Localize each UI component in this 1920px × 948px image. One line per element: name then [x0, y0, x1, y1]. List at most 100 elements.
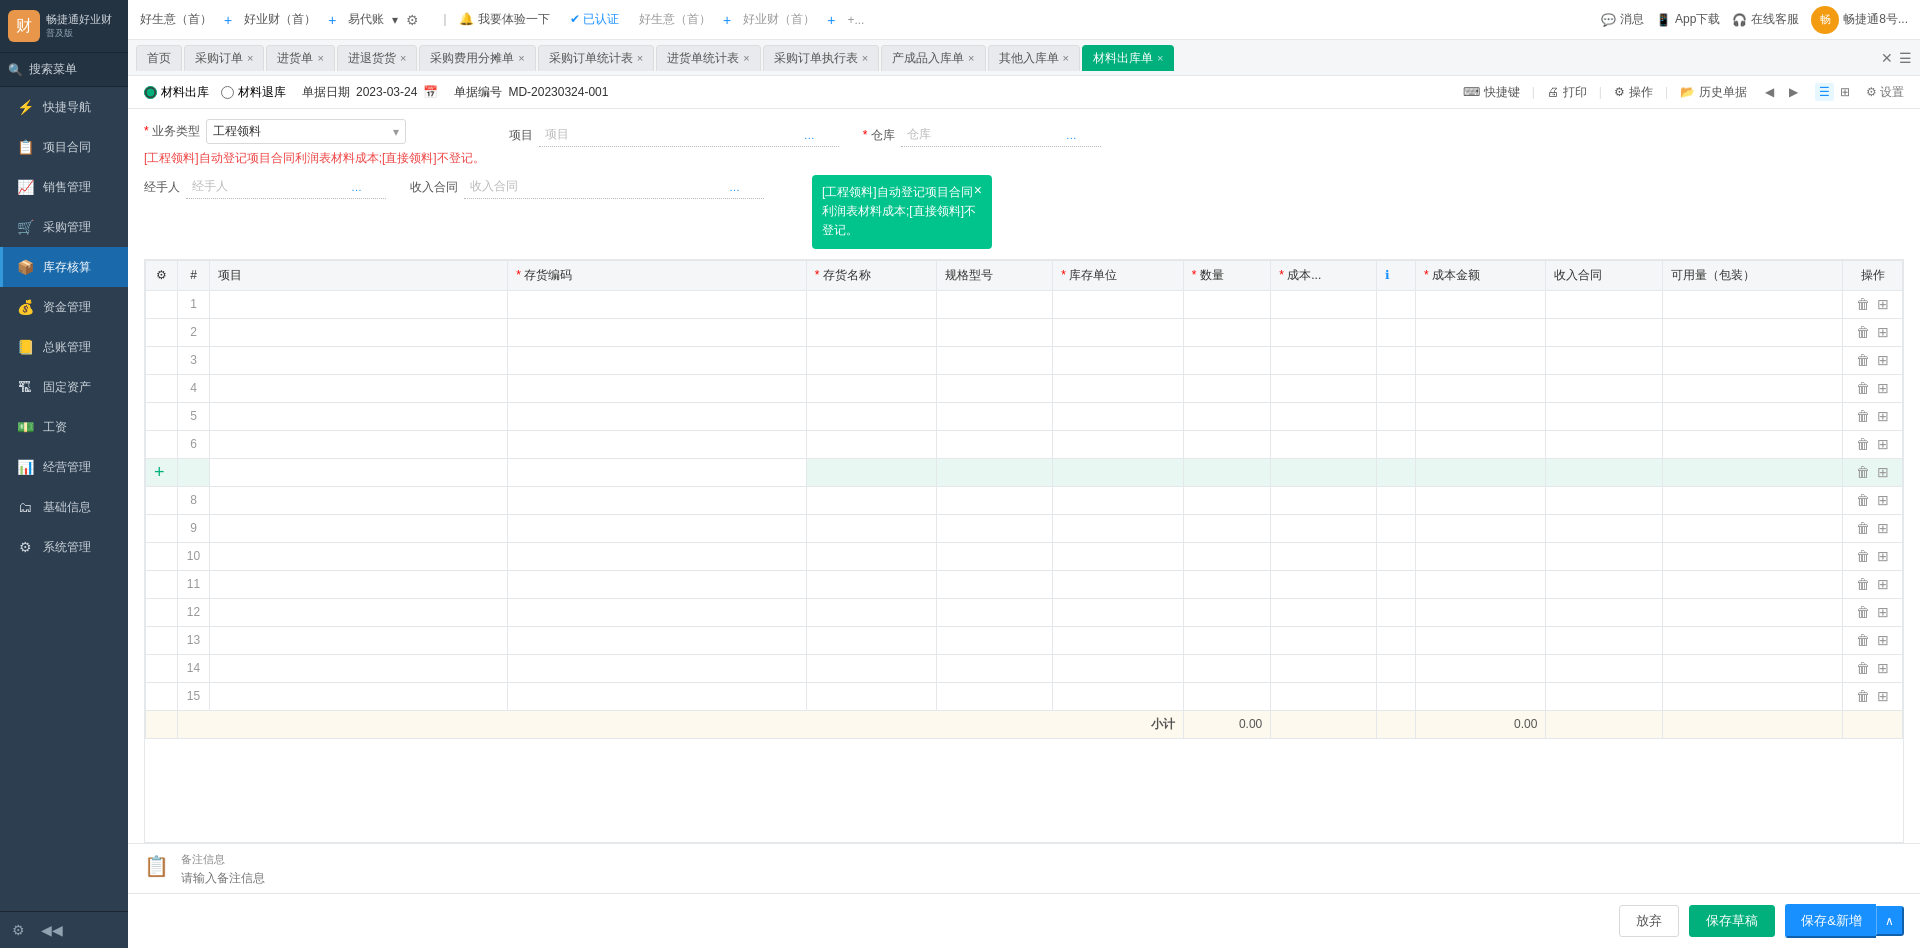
row-10-cost-amt[interactable] [1415, 542, 1545, 570]
topbar-plus-4[interactable]: + [827, 12, 835, 28]
row-11-delete-btn[interactable]: 🗑 [1856, 576, 1870, 592]
topbar-gear-icon[interactable]: ⚙ [406, 12, 419, 28]
tab-finished-inbound-close[interactable]: × [968, 52, 974, 64]
row-8-copy-btn[interactable]: ⊞ [1877, 492, 1889, 508]
tooltip-close-btn[interactable]: × [974, 183, 982, 197]
row-4-unit[interactable] [1053, 374, 1183, 402]
row-3-delete-btn[interactable]: 🗑 [1856, 352, 1870, 368]
row-4-spec[interactable] [937, 374, 1053, 402]
radio-material-return-input[interactable] [221, 86, 234, 99]
row-2-copy-btn[interactable]: ⊞ [1877, 324, 1889, 340]
add-row-qty[interactable] [1183, 458, 1271, 486]
row-6-code[interactable] [508, 430, 806, 458]
view-list-icon[interactable]: ☰ [1815, 83, 1834, 101]
sidebar-quick-nav[interactable]: ⚡ 快捷导航 [0, 87, 128, 127]
row-10-item[interactable] [210, 542, 508, 570]
tab-home[interactable]: 首页 [136, 45, 182, 71]
nav-next-icon[interactable]: ▶ [1783, 82, 1803, 102]
add-row-plus-btn[interactable]: + [154, 462, 165, 482]
row-3-spec[interactable] [937, 346, 1053, 374]
sidebar-item-basics[interactable]: 🗂 基础信息 [0, 487, 128, 527]
row-6-delete-btn[interactable]: 🗑 [1856, 436, 1870, 452]
sidebar-item-finance[interactable]: 💰 资金管理 [0, 287, 128, 327]
calendar-icon[interactable]: 📅 [423, 85, 438, 99]
row-6-income[interactable] [1546, 430, 1662, 458]
row-9-copy-btn[interactable]: ⊞ [1877, 520, 1889, 536]
tab-material-outbound-close[interactable]: × [1157, 52, 1163, 64]
tab-close-all-icon[interactable]: ✕ [1881, 50, 1893, 66]
row-6-unit[interactable] [1053, 430, 1183, 458]
row-5-code[interactable] [508, 402, 806, 430]
row-2-cost-amt[interactable] [1415, 318, 1545, 346]
row-9-income[interactable] [1546, 514, 1662, 542]
radio-material-return[interactable]: 材料退库 [221, 84, 286, 101]
row-8-income[interactable] [1546, 486, 1662, 514]
row-3-copy-btn[interactable]: ⊞ [1877, 352, 1889, 368]
topbar-user[interactable]: 畅 畅捷通8号... [1811, 6, 1908, 34]
row-6-cost[interactable] [1271, 430, 1376, 458]
tab-inbound[interactable]: 进货单 × [266, 45, 334, 71]
add-row-cost[interactable] [1271, 458, 1376, 486]
row-8-unit[interactable] [1053, 486, 1183, 514]
topbar-plus-1[interactable]: + [224, 12, 232, 28]
add-row-code[interactable] [508, 458, 806, 486]
tab-purchase-exec-close[interactable]: × [862, 52, 868, 64]
row-6-name[interactable] [806, 430, 936, 458]
topbar-plus-3[interactable]: + [723, 12, 731, 28]
row-10-spec[interactable] [937, 542, 1053, 570]
row-4-qty[interactable] [1183, 374, 1271, 402]
handler-dots-icon[interactable]: … [351, 181, 362, 193]
row-1-copy-btn[interactable]: ⊞ [1877, 296, 1889, 312]
history-btn[interactable]: 📂 历史单据 [1680, 84, 1747, 101]
row-9-unit[interactable] [1053, 514, 1183, 542]
add-row-code-input[interactable] [516, 465, 797, 479]
sidebar-search[interactable]: 🔍 搜索菜单 [0, 53, 128, 87]
warehouse-input[interactable]: 仓库 … [901, 123, 1101, 147]
row-2-qty[interactable] [1183, 318, 1271, 346]
row-6-cost-amt[interactable] [1415, 430, 1545, 458]
add-row-plus-cell[interactable]: + [146, 458, 178, 486]
topbar-msg-btn[interactable]: 💬 消息 [1601, 11, 1644, 28]
tab-finished-inbound[interactable]: 产成品入库单 × [881, 45, 985, 71]
row-8-cost-amt[interactable] [1415, 486, 1545, 514]
row-2-cost[interactable] [1271, 318, 1376, 346]
row-8-delete-btn[interactable]: 🗑 [1856, 492, 1870, 508]
save-new-arrow-btn[interactable]: ∧ [1876, 906, 1904, 936]
row-5-item[interactable] [210, 402, 508, 430]
row-3-cost-amt[interactable] [1415, 346, 1545, 374]
row-4-delete-btn[interactable]: 🗑 [1856, 380, 1870, 396]
row-4-cost-amt[interactable] [1415, 374, 1545, 402]
row-15-delete-btn[interactable]: 🗑 [1856, 688, 1870, 704]
row-2-spec[interactable] [937, 318, 1053, 346]
row-3-unit[interactable] [1053, 346, 1183, 374]
row-6-item[interactable] [210, 430, 508, 458]
row-12-copy-btn[interactable]: ⊞ [1877, 604, 1889, 620]
tab-other-inbound-close[interactable]: × [1063, 52, 1069, 64]
handler-input[interactable]: 经手人 … [186, 175, 386, 199]
tab-return-close[interactable]: × [400, 52, 406, 64]
row-9-name[interactable] [806, 514, 936, 542]
row-9-code[interactable] [508, 514, 806, 542]
add-row-delete-btn[interactable]: 🗑 [1856, 464, 1870, 480]
topbar-nav-yidaizhang[interactable]: 易代账 [348, 11, 384, 28]
row-9-spec[interactable] [937, 514, 1053, 542]
row-5-income[interactable] [1546, 402, 1662, 430]
add-row-unit[interactable] [1053, 458, 1183, 486]
add-row-spec[interactable] [937, 458, 1053, 486]
row-8-item[interactable] [210, 486, 508, 514]
add-row-income[interactable] [1546, 458, 1662, 486]
radio-material-out-input[interactable] [144, 86, 157, 99]
tab-expense-split-close[interactable]: × [518, 52, 524, 64]
row-1-spec[interactable] [937, 290, 1053, 318]
biz-type-select[interactable]: 工程领料 ▾ [206, 119, 406, 144]
row-9-qty[interactable] [1183, 514, 1271, 542]
row-4-code[interactable] [508, 374, 806, 402]
row-8-qty[interactable] [1183, 486, 1271, 514]
row-13-copy-btn[interactable]: ⊞ [1877, 632, 1889, 648]
row-10-delete-btn[interactable]: 🗑 [1856, 548, 1870, 564]
row-6-qty[interactable] [1183, 430, 1271, 458]
tab-inbound-close[interactable]: × [317, 52, 323, 64]
row-2-delete-btn[interactable]: 🗑 [1856, 324, 1870, 340]
topbar-nav-haoyecai[interactable]: 好业财（首） [244, 11, 316, 28]
nav-prev-icon[interactable]: ◀ [1759, 82, 1779, 102]
